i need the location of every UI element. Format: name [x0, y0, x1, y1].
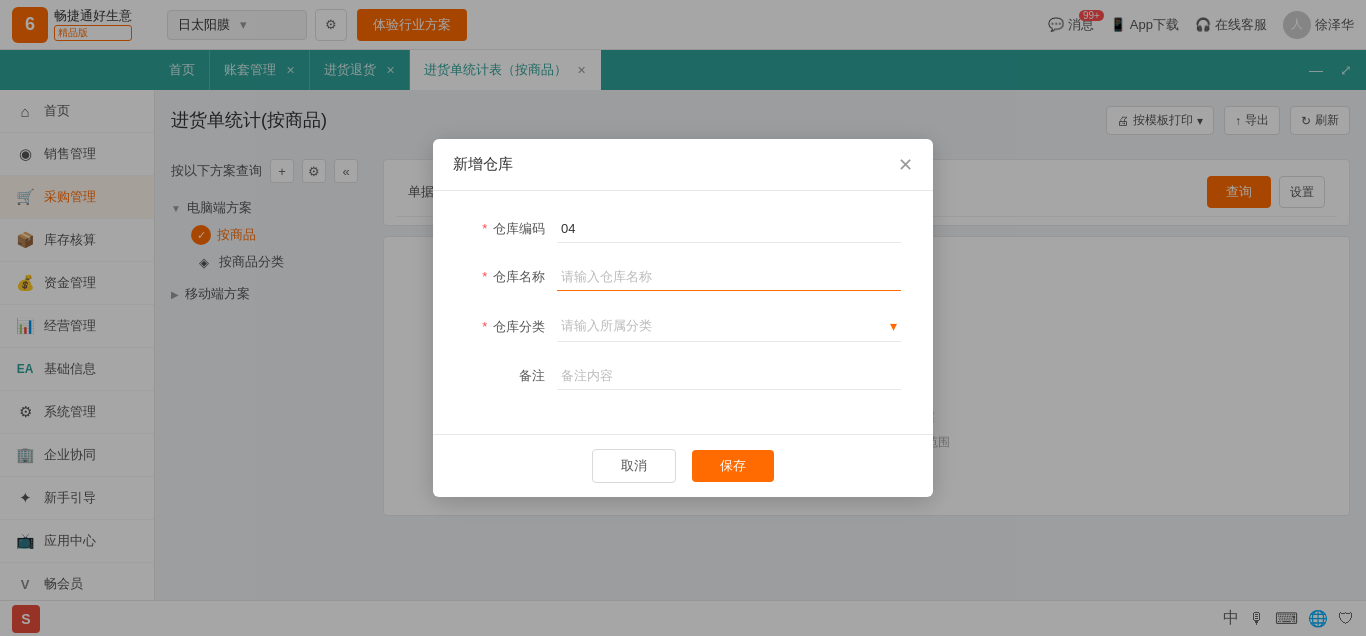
required-star-code: * — [482, 221, 487, 236]
modal-header: 新增仓库 ✕ — [433, 139, 933, 191]
required-star-cat: * — [482, 319, 487, 334]
modal-overlay: 新增仓库 ✕ * 仓库编码 * 仓库名称 — [0, 0, 1366, 636]
note-input[interactable] — [557, 362, 901, 390]
chevron-down-icon: ▾ — [890, 318, 897, 334]
form-note: 备注 — [465, 362, 901, 390]
form-name: * 仓库名称 — [465, 263, 901, 291]
modal-title: 新增仓库 — [453, 155, 513, 174]
required-star-name: * — [482, 269, 487, 284]
cancel-button[interactable]: 取消 — [592, 449, 676, 483]
form-code: * 仓库编码 — [465, 215, 901, 243]
code-input[interactable] — [557, 215, 901, 243]
name-input[interactable] — [557, 263, 901, 291]
category-placeholder: 请输入所属分类 — [561, 317, 652, 335]
note-label: 备注 — [465, 367, 545, 385]
modal-body: * 仓库编码 * 仓库名称 * 仓库分类 请输入 — [433, 191, 933, 434]
modal-footer: 取消 保存 — [433, 434, 933, 497]
category-select[interactable]: 请输入所属分类 ▾ — [557, 311, 901, 342]
name-label: * 仓库名称 — [465, 268, 545, 286]
save-button[interactable]: 保存 — [692, 450, 774, 482]
modal-close-button[interactable]: ✕ — [898, 156, 913, 174]
code-label: * 仓库编码 — [465, 220, 545, 238]
category-label: * 仓库分类 — [465, 318, 545, 336]
form-category: * 仓库分类 请输入所属分类 ▾ — [465, 311, 901, 342]
add-warehouse-modal: 新增仓库 ✕ * 仓库编码 * 仓库名称 — [433, 139, 933, 497]
